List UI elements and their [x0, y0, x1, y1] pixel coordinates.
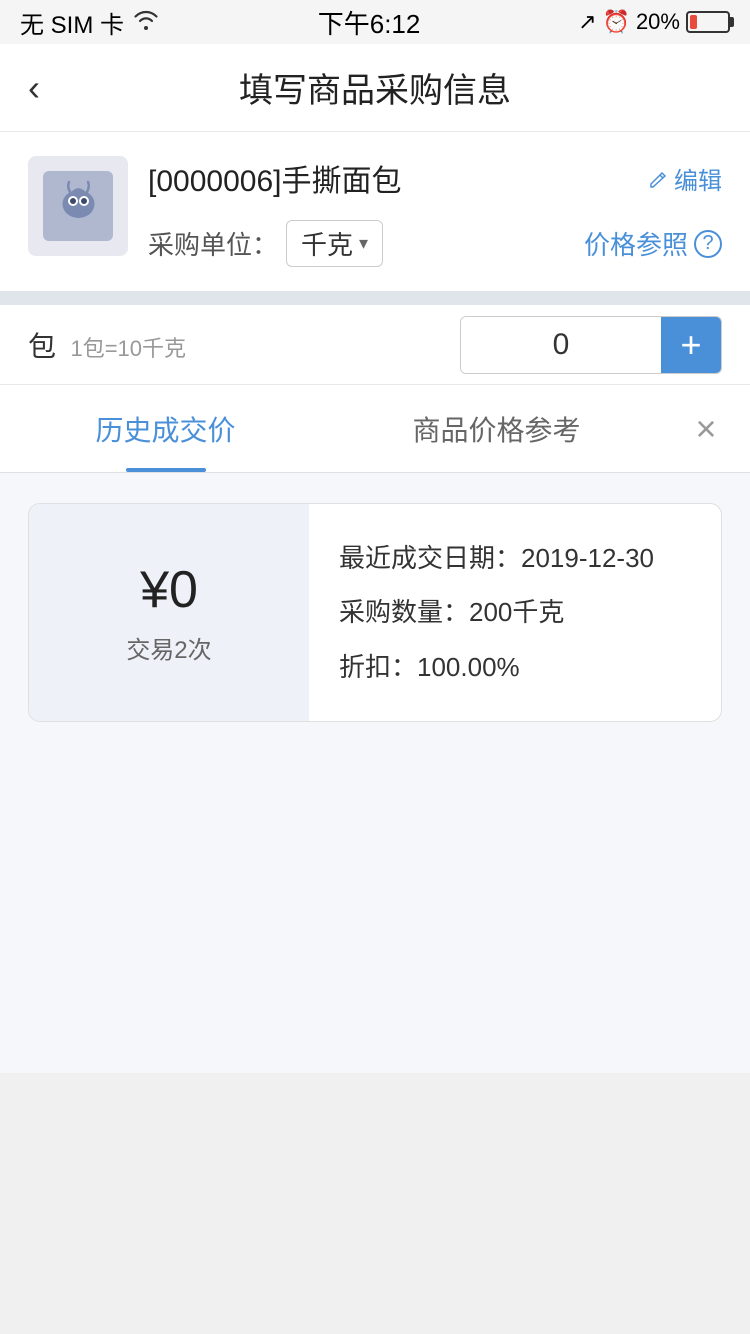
unit-info: 包 1包=10千克 — [28, 325, 186, 365]
unit-label: 采购单位： — [148, 225, 278, 262]
recent-date-row: 最近成交日期：2019-12-30 — [339, 540, 691, 576]
page-title: 填写商品采购信息 — [239, 63, 511, 112]
tab-active-indicator — [126, 468, 206, 472]
page-header: ‹ 填写商品采购信息 — [0, 44, 750, 132]
tab-price-ref[interactable]: 商品价格参考 — [331, 385, 662, 472]
carrier-label: 无 SIM 卡 — [20, 5, 124, 40]
tabs-bar: 历史成交价 商品价格参考 × — [0, 385, 750, 473]
battery-icon — [686, 11, 730, 33]
price-ref-button[interactable]: 价格参照 ? — [584, 225, 722, 262]
product-name: [0000006]手撕面包 — [148, 156, 401, 200]
close-button[interactable]: × — [662, 385, 750, 472]
history-card: ¥0 交易2次 最近成交日期：2019-12-30 采购数量：200千克 折扣：… — [28, 503, 722, 722]
quantity-input-group: + — [460, 316, 722, 374]
location-icon: ↗ — [578, 9, 596, 35]
status-right: ↗ ⏰ 20% — [578, 9, 730, 35]
product-card: [0000006]手撕面包 编辑 采购单位： 千克 ▾ — [0, 132, 750, 291]
wifi-icon — [132, 8, 160, 37]
quantity-plus-button[interactable]: + — [661, 317, 721, 373]
history-price-section: ¥0 交易2次 — [29, 504, 309, 721]
quantity-row: 包 1包=10千克 + — [0, 305, 750, 385]
tab-history-price[interactable]: 历史成交价 — [0, 385, 331, 472]
history-transaction-count: 交易2次 — [126, 630, 211, 665]
discount-row: 折扣：100.00% — [339, 649, 691, 685]
status-left: 无 SIM 卡 — [20, 5, 160, 40]
product-image — [28, 156, 128, 256]
help-icon: ? — [694, 230, 722, 258]
status-bar: 无 SIM 卡 下午6:12 ↗ ⏰ 20% — [0, 0, 750, 44]
unit-conversion: 1包=10千克 — [70, 336, 186, 361]
edit-button[interactable]: 编辑 — [648, 161, 722, 196]
history-details-section: 最近成交日期：2019-12-30 采购数量：200千克 折扣：100.00% — [309, 504, 721, 721]
content-area: ¥0 交易2次 最近成交日期：2019-12-30 采购数量：200千克 折扣：… — [0, 473, 750, 1073]
battery-percent: 20% — [636, 9, 680, 35]
alarm-icon: ⏰ — [603, 9, 630, 35]
time-label: 下午6:12 — [318, 4, 421, 41]
product-info: [0000006]手撕面包 编辑 采购单位： 千克 ▾ — [148, 156, 722, 267]
product-thumbnail-icon — [51, 174, 106, 238]
purchase-qty-row: 采购数量：200千克 — [339, 594, 691, 630]
section-divider — [0, 291, 750, 305]
unit-select[interactable]: 千克 ▾ — [286, 220, 383, 267]
unit-name: 包 — [28, 331, 56, 362]
back-button[interactable]: ‹ — [28, 67, 40, 109]
chevron-down-icon: ▾ — [359, 233, 368, 254]
quantity-input[interactable] — [461, 317, 661, 373]
history-price-value: ¥0 — [140, 560, 198, 620]
